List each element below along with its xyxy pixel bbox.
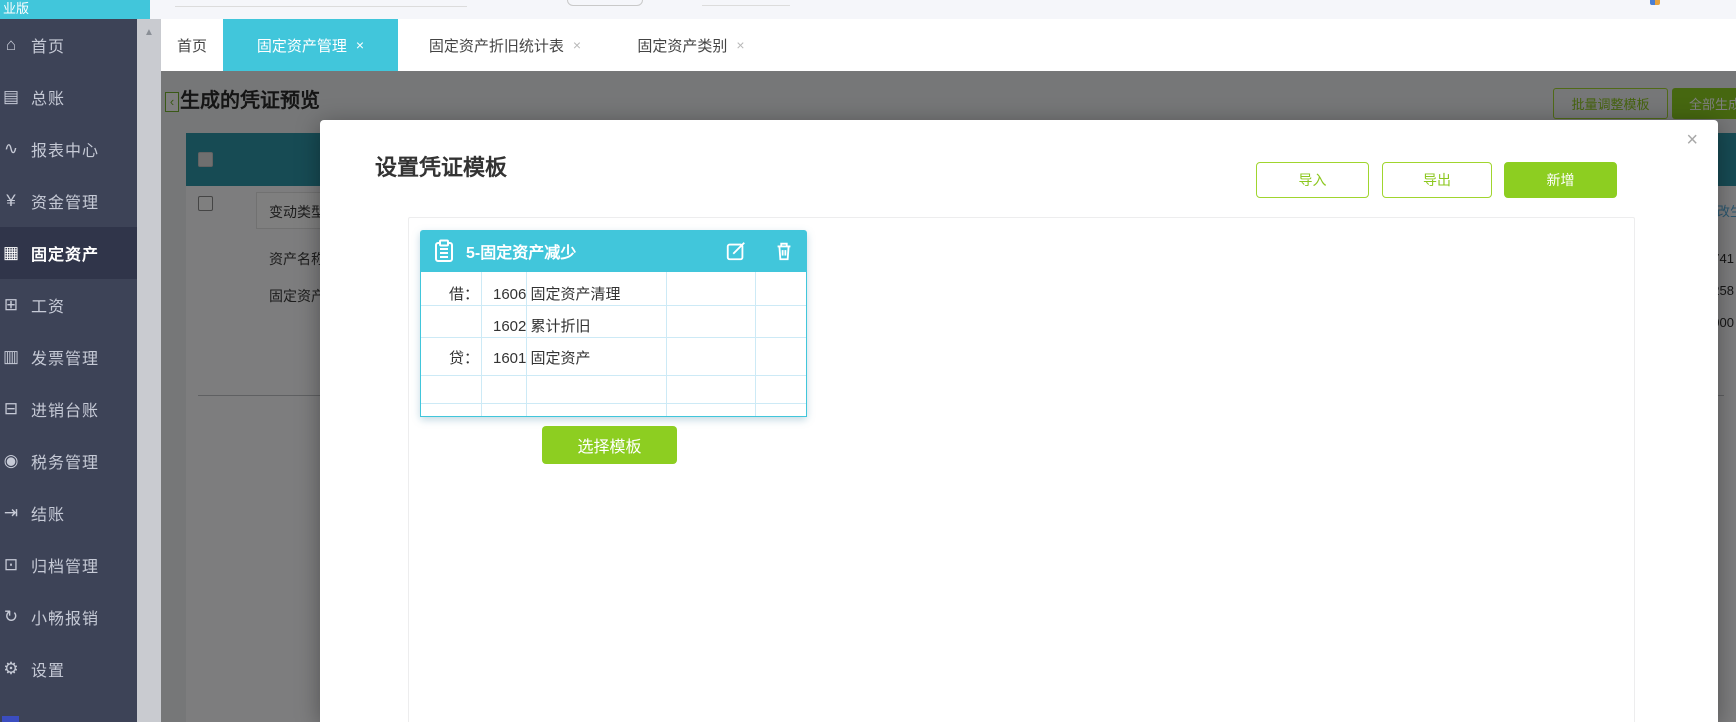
home-icon: ⌂ [5, 35, 17, 54]
export-button[interactable]: 导出 [1382, 162, 1492, 198]
sidebar-item-fixed-assets[interactable]: ▦ 固定资产 [0, 227, 137, 279]
template-name: 5-固定资产减少 [466, 245, 577, 262]
grid-line [666, 272, 667, 416]
search-box-fragment [567, 0, 643, 6]
brand-logo: 业版 [0, 0, 150, 19]
sidebar-item-general-ledger[interactable]: ▤ 总账 [0, 71, 137, 123]
grid-line [481, 272, 482, 416]
user-icon [1650, 0, 1660, 5]
ledger-icon: ▤ [2, 87, 20, 106]
debit-label: 借： [448, 286, 479, 303]
voucher-template-dialog: × 设置凭证模板 导入 导出 新增 5-固定资产减少 借： 1606 固定资产清… [320, 120, 1718, 722]
account-entry: 1606 固定资产清理 [493, 286, 621, 303]
sidebar-item-closing[interactable]: ⇥ 结账 [0, 487, 137, 539]
tab-close-icon[interactable]: × [573, 37, 581, 53]
sidebar-item-label: 工资 [31, 299, 66, 316]
sidebar-item-label: 资金管理 [31, 195, 100, 212]
sidebar: ⌂ 首页 ▤ 总账 ∿ 报表中心 ¥ 资金管理 ▦ 固定资产 ⊞ 工资 ▥ 发票… [0, 19, 137, 722]
close-icon[interactable]: × [1686, 130, 1698, 150]
tab-fixed-asset-management[interactable]: 固定资产管理 × [223, 19, 398, 71]
gear-icon: ⚙ [3, 659, 19, 678]
grid-line [421, 375, 806, 376]
select-template-button[interactable]: 选择模板 [542, 426, 677, 464]
clipboard-icon [435, 239, 453, 262]
sidebar-item-label: 小畅报销 [31, 611, 100, 628]
tab-label: 首页 [176, 37, 207, 55]
grid-line [421, 403, 806, 404]
tab-close-icon[interactable]: × [736, 37, 744, 53]
sidebar-item-expense[interactable]: ↻ 小畅报销 [0, 591, 137, 643]
tab-label: 固定资产管理 [256, 37, 347, 55]
sidebar-item-funds[interactable]: ¥ 资金管理 [0, 175, 137, 227]
sidebar-item-label: 总账 [31, 91, 66, 108]
dialog-title: 设置凭证模板 [375, 155, 508, 180]
sidebar-item-label: 报表中心 [31, 143, 100, 160]
voucher-template-card[interactable]: 5-固定资产减少 借： 1606 固定资产清理 1602 累计折旧 贷： 160… [420, 230, 807, 417]
sidebar-item-archive[interactable]: ⊡ 归档管理 [0, 539, 137, 591]
archive-icon: ⊡ [3, 555, 19, 574]
grid-line [421, 337, 806, 338]
add-button[interactable]: 新增 [1504, 162, 1617, 198]
tab-bar: 首页 固定资产管理 × 固定资产折旧统计表 × 固定资产类别 × [161, 19, 1736, 71]
reimburse-icon: ↻ [3, 607, 19, 626]
brand-logo-text: 业版 [3, 1, 30, 16]
import-button[interactable]: 导入 [1256, 162, 1369, 198]
scroll-up-icon[interactable]: ▲ [137, 27, 161, 38]
sidebar-item-label: 进销台账 [31, 403, 100, 420]
template-card-grid: 借： 1606 固定资产清理 1602 累计折旧 贷： 1601 固定资产 [420, 272, 807, 417]
sidebar-item-invoices[interactable]: ▥ 发票管理 [0, 331, 137, 383]
template-card-header: 5-固定资产减少 [420, 230, 807, 272]
tab-label: 固定资产折旧统计表 [428, 37, 564, 55]
sidebar-item-label: 归档管理 [31, 559, 100, 576]
closing-icon: ⇥ [3, 503, 19, 522]
tab-close-icon[interactable]: × [356, 37, 364, 53]
sidebar-item-report-center[interactable]: ∿ 报表中心 [0, 123, 137, 175]
sidebar-item-label: 设置 [31, 663, 66, 680]
sidebar-scrollbar[interactable]: ▲ [137, 19, 161, 722]
building-icon: ▦ [2, 243, 20, 262]
sidebar-item-label: 首页 [31, 39, 66, 56]
tab-depreciation-report[interactable]: 固定资产折旧统计表 × [398, 19, 612, 71]
top-strip: 业版 [0, 0, 1736, 19]
sidebar-bottom-fragment [2, 716, 19, 722]
toolbar-fragment-line [702, 5, 790, 6]
sidebar-item-label: 发票管理 [31, 351, 100, 368]
sidebar-item-settings[interactable]: ⚙ 设置 [0, 643, 137, 695]
toolbar-fragment-line [175, 6, 467, 7]
sidebar-item-payroll[interactable]: ⊞ 工资 [0, 279, 137, 331]
sidebar-item-home[interactable]: ⌂ 首页 [0, 19, 137, 71]
sidebar-item-label: 税务管理 [31, 455, 100, 472]
sidebar-item-tax[interactable]: ◉ 税务管理 [0, 435, 137, 487]
tab-label: 固定资产类别 [637, 37, 728, 55]
grid-line [755, 272, 756, 416]
calculator-icon: ⊞ [3, 295, 19, 314]
edit-icon[interactable] [725, 240, 747, 262]
sidebar-item-label: 结账 [31, 507, 66, 524]
account-entry: 1601 固定资产 [493, 350, 591, 367]
invoice-icon: ▥ [2, 347, 20, 366]
inventory-icon: ⊟ [3, 399, 19, 418]
account-entry: 1602 累计折旧 [493, 318, 591, 335]
tab-asset-category[interactable]: 固定资产类别 × [612, 19, 770, 71]
credit-label: 贷： [448, 350, 479, 367]
sidebar-item-label: 固定资产 [31, 247, 100, 264]
chart-icon: ∿ [3, 139, 19, 158]
money-icon: ¥ [6, 191, 16, 210]
sidebar-item-inventory-ledger[interactable]: ⊟ 进销台账 [0, 383, 137, 435]
tax-icon: ◉ [3, 451, 19, 470]
grid-line [421, 305, 806, 306]
trash-icon[interactable] [773, 240, 795, 262]
app-window: 业版 ⌂ 首页 ▤ 总账 ∿ 报表中心 ¥ 资金管理 ▦ 固定资产 ⊞ 工资 ▥… [0, 0, 1736, 722]
tab-home[interactable]: 首页 [161, 19, 223, 71]
